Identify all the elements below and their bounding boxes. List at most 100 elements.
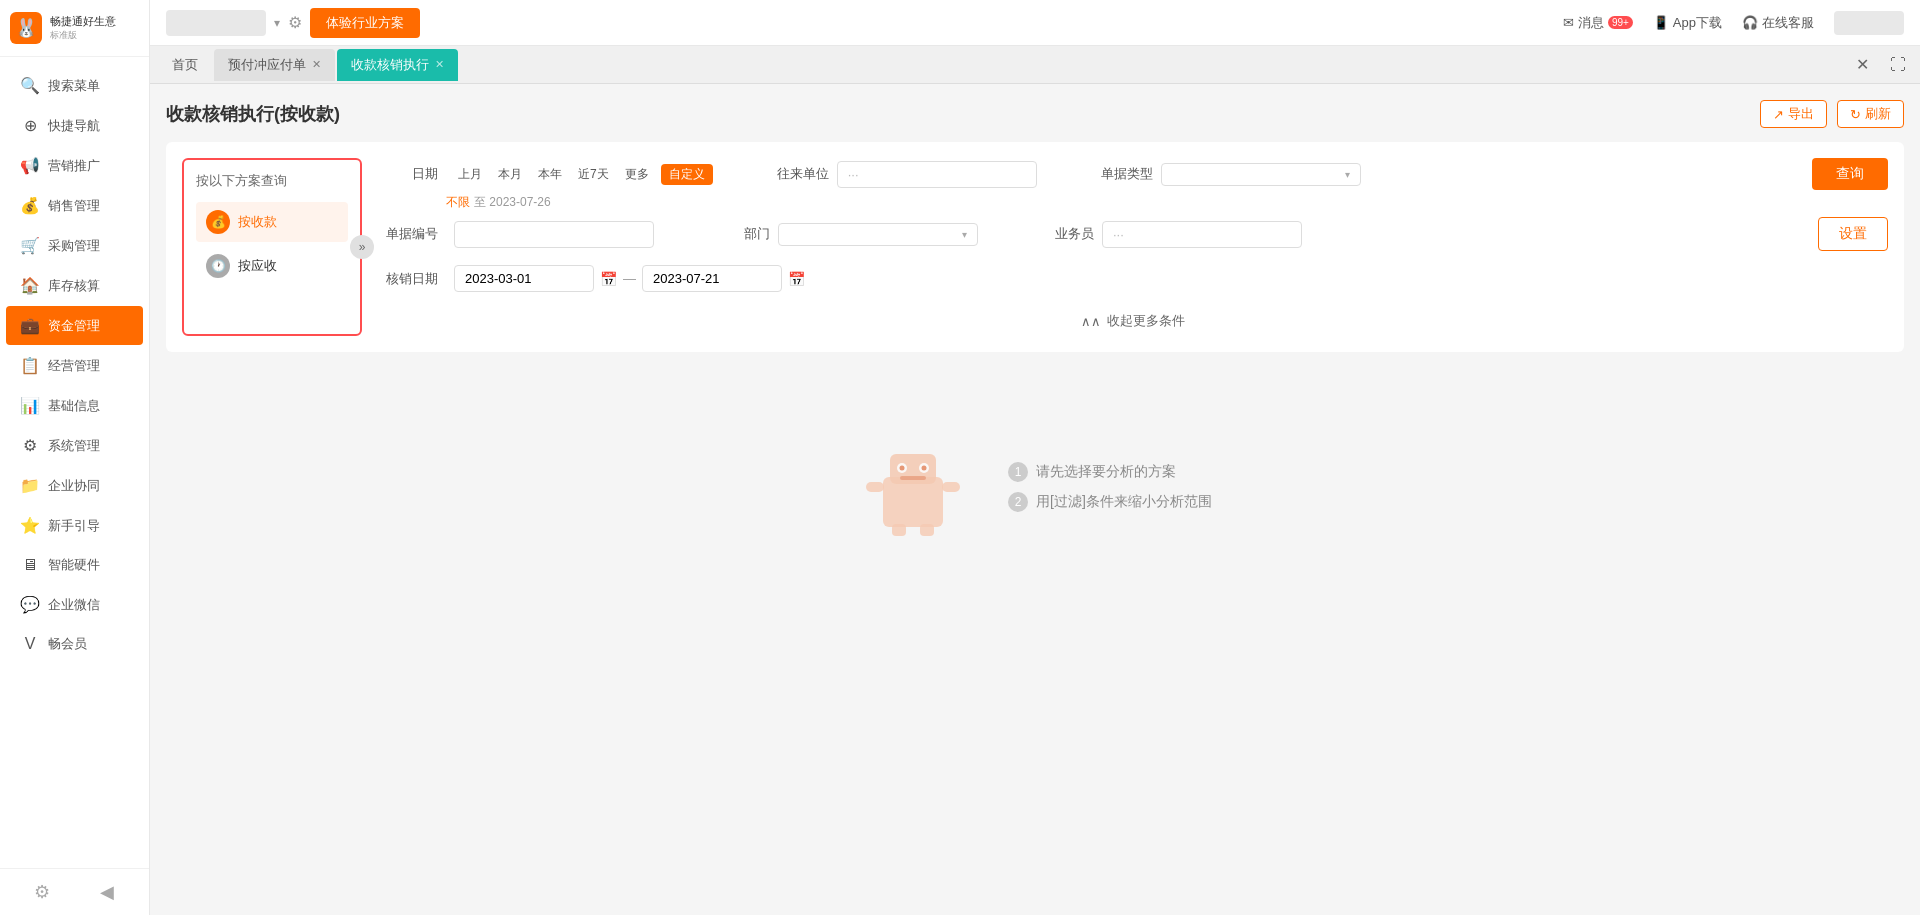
order-number-input[interactable] — [454, 221, 654, 248]
empty-illustration — [858, 432, 968, 542]
order-type-select[interactable]: ▾ — [1161, 163, 1361, 186]
sidebar-item-quicknav-label: 快捷导航 — [48, 117, 100, 135]
topbar-dropdown-arrow[interactable]: ▾ — [274, 16, 280, 30]
tab-fullscreen-btn[interactable]: ⛶ — [1884, 51, 1912, 79]
writeoff-end-input[interactable] — [642, 265, 782, 292]
counterpart-group: 往来单位 ··· — [769, 161, 1037, 188]
department-select[interactable]: ▾ — [778, 223, 978, 246]
sidebar-collapse-btn[interactable]: ◀ — [92, 877, 122, 907]
settings-button[interactable]: 设置 — [1818, 217, 1888, 251]
receivable-option-icon: 🕐 — [206, 254, 230, 278]
sidebar-item-operation-label: 经营管理 — [48, 357, 100, 375]
sidebar-item-inventory[interactable]: 🏠 库存核算 — [6, 266, 143, 305]
svg-rect-9 — [892, 524, 906, 536]
sidebar-bottom: ⚙ ◀ — [0, 868, 149, 915]
date-this-month-btn[interactable]: 本月 — [494, 164, 526, 185]
tab-receivable-close[interactable]: ✕ — [435, 58, 444, 71]
date-label: 日期 — [378, 165, 438, 183]
filter-option-receipt-label: 按收款 — [238, 213, 277, 231]
empty-hint-2: 2 用[过滤]条件来缩小分析范围 — [1008, 492, 1212, 512]
filter-sidebar: 按以下方案查询 💰 按收款 🕐 按应收 » — [182, 158, 362, 336]
filter-option-by-receivable[interactable]: 🕐 按应收 — [196, 246, 348, 286]
refresh-icon: ↻ — [1850, 107, 1861, 122]
filter-option-by-receipt[interactable]: 💰 按收款 — [196, 202, 348, 242]
filter-sidebar-collapse-btn[interactable]: » — [350, 235, 374, 259]
empty-hint-1: 1 请先选择要分析的方案 — [1008, 462, 1212, 482]
empty-number-2: 2 — [1008, 492, 1028, 512]
sidebar-item-basic[interactable]: 📊 基础信息 — [6, 386, 143, 425]
sidebar-item-sales[interactable]: 💰 销售管理 — [6, 186, 143, 225]
page-header: 收款核销执行(按收款) ↗ 导出 ↻ 刷新 — [166, 100, 1904, 128]
date-to-text: 至 2023-07-26 — [474, 194, 551, 211]
hardware-icon: 🖥 — [20, 556, 40, 574]
page-content: 收款核销执行(按收款) ↗ 导出 ↻ 刷新 按以下方案查询 💰 按收款 — [150, 84, 1920, 915]
sidebar-item-finance[interactable]: 💼 资金管理 — [6, 306, 143, 345]
sidebar-item-system-label: 系统管理 — [48, 437, 100, 455]
writeoff-end-cal-icon[interactable]: 📅 — [788, 271, 805, 287]
sidebar-item-vip[interactable]: V 畅会员 — [6, 625, 143, 663]
tab-prepay-close[interactable]: ✕ — [312, 58, 321, 71]
sidebar-item-enterprise-label: 企业协同 — [48, 477, 100, 495]
tab-close-all-btn[interactable]: ✕ — [1848, 51, 1876, 79]
sidebar-item-purchase[interactable]: 🛒 采购管理 — [6, 226, 143, 265]
sidebar-item-hardware[interactable]: 🖥 智能硬件 — [6, 546, 143, 584]
message-label: 消息 — [1578, 14, 1604, 32]
query-button[interactable]: 查询 — [1812, 158, 1888, 190]
department-arrow: ▾ — [962, 229, 967, 240]
date-last-month-btn[interactable]: 上月 — [454, 164, 486, 185]
page-title: 收款核销执行(按收款) — [166, 102, 340, 126]
tab-prepay[interactable]: 预付冲应付单 ✕ — [214, 49, 335, 81]
logo-text: 畅捷通好生意 — [50, 14, 116, 28]
salesperson-select[interactable]: ··· — [1102, 221, 1302, 248]
date-group: 上月 本月 本年 近7天 更多 自定义 — [454, 164, 713, 185]
date-custom-btn[interactable]: 自定义 — [661, 164, 713, 185]
writeoff-start-input[interactable] — [454, 265, 594, 292]
writeoff-start-cal-icon[interactable]: 📅 — [600, 271, 617, 287]
writeoff-date-group: 📅 — 📅 — [454, 265, 805, 292]
counterpart-label: 往来单位 — [769, 165, 829, 183]
sidebar-settings-btn[interactable]: ⚙ — [27, 877, 57, 907]
order-type-label: 单据类型 — [1093, 165, 1153, 183]
system-icon: ⚙ — [20, 436, 40, 455]
collapse-more-label: 收起更多条件 — [1107, 312, 1185, 330]
app-download-btn[interactable]: 📱 App下载 — [1653, 14, 1722, 32]
filter-row-2: 单据编号 部门 ▾ 业务员 ··· — [378, 217, 1888, 251]
topbar-settings-icon[interactable]: ⚙ — [288, 13, 302, 32]
counterpart-select[interactable]: ··· — [837, 161, 1037, 188]
logo-icon: 🐰 — [10, 12, 42, 44]
sidebar-item-operation[interactable]: 📋 经营管理 — [6, 346, 143, 385]
date-this-year-btn[interactable]: 本年 — [534, 164, 566, 185]
sidebar-item-finance-label: 资金管理 — [48, 317, 100, 335]
wechat-icon: 💬 — [20, 595, 40, 614]
refresh-button[interactable]: ↻ 刷新 — [1837, 100, 1904, 128]
online-service-btn[interactable]: 🎧 在线客服 — [1742, 14, 1814, 32]
sidebar-item-system[interactable]: ⚙ 系统管理 — [6, 426, 143, 465]
sidebar-item-enterprise[interactable]: 📁 企业协同 — [6, 466, 143, 505]
sidebar-item-guide[interactable]: ⭐ 新手引导 — [6, 506, 143, 545]
writeoff-date-label: 核销日期 — [378, 270, 438, 288]
svg-rect-8 — [942, 482, 960, 492]
enterprise-icon: 📁 — [20, 476, 40, 495]
sidebar-item-wechat[interactable]: 💬 企业微信 — [6, 585, 143, 624]
date-7days-btn[interactable]: 近7天 — [574, 164, 613, 185]
sidebar-item-quicknav[interactable]: ⊕ 快捷导航 — [6, 106, 143, 145]
main-area: ▾ ⚙ 体验行业方案 ✉ 消息 99+ 📱 App下载 🎧 在线客服 首页 — [150, 0, 1920, 915]
tab-home[interactable]: 首页 — [158, 49, 212, 81]
empty-svg — [858, 432, 968, 542]
sales-icon: 💰 — [20, 196, 40, 215]
filter-row-1: 日期 上月 本月 本年 近7天 更多 自定义 往来单位 ··· — [378, 158, 1888, 190]
collapse-more-btn[interactable]: ∧∧ 收起更多条件 — [378, 306, 1888, 336]
svg-rect-10 — [920, 524, 934, 536]
app-icon: 📱 — [1653, 15, 1669, 30]
sidebar-item-search[interactable]: 🔍 搜索菜单 — [6, 66, 143, 105]
counterpart-dots: ··· — [848, 167, 1026, 182]
tab-bar-actions: ✕ ⛶ — [1848, 51, 1912, 79]
export-button[interactable]: ↗ 导出 — [1760, 100, 1827, 128]
filter-option-receivable-label: 按应收 — [238, 257, 277, 275]
date-more-btn[interactable]: 更多 — [621, 164, 653, 185]
tab-receivable[interactable]: 收款核销执行 ✕ — [337, 49, 458, 81]
industry-plan-button[interactable]: 体验行业方案 — [310, 8, 420, 38]
topbar-left: ▾ ⚙ 体验行业方案 — [166, 8, 1547, 38]
sidebar-item-marketing[interactable]: 📢 营销推广 — [6, 146, 143, 185]
message-btn[interactable]: ✉ 消息 99+ — [1563, 14, 1633, 32]
